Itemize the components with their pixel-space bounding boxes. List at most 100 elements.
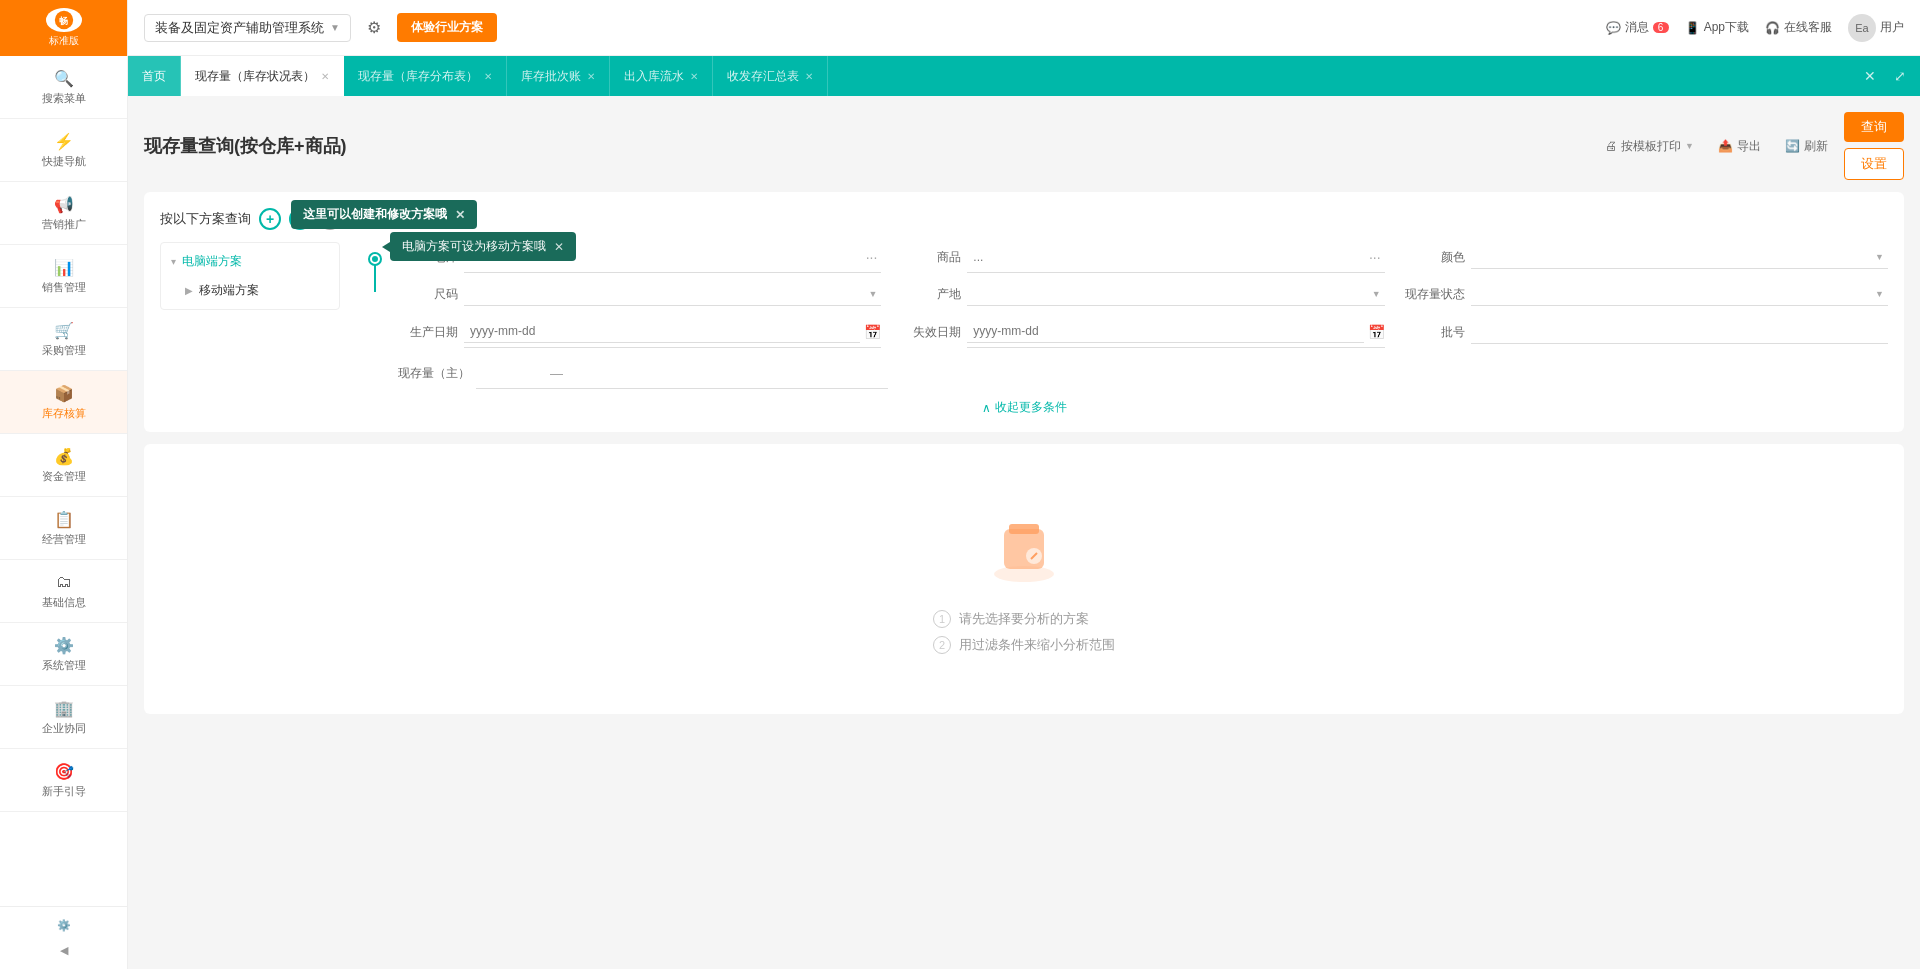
sidebar-item-guide[interactable]: 🎯 新手引导 — [0, 749, 127, 812]
connector-line — [374, 264, 376, 292]
tabs-close-all-icon[interactable]: ✕ — [1858, 66, 1882, 86]
sidebar-item-inventory[interactable]: 📦 库存核算 — [0, 371, 127, 434]
print-arrow-icon: ▼ — [1685, 141, 1694, 151]
produce-date-calendar-icon[interactable]: 📅 — [864, 324, 881, 340]
user-item[interactable]: Ea 用户 — [1848, 14, 1904, 42]
stock-main-from-input[interactable] — [476, 362, 546, 384]
sidebar-item-label: 搜索菜单 — [42, 91, 86, 106]
tab-inout-flow[interactable]: 出入库流水 ✕ — [610, 56, 713, 96]
tab-home[interactable]: 首页 — [128, 56, 181, 96]
template-print-button[interactable]: 🖨 按模板打印 ▼ — [1597, 134, 1702, 159]
query-button[interactable]: 查询 — [1844, 112, 1904, 142]
filter-color-field: 颜色 — [1405, 242, 1888, 273]
tabs-expand-icon[interactable]: ⤢ — [1888, 66, 1912, 86]
stock-status-select[interactable] — [1471, 283, 1888, 305]
sidebar-item-system[interactable]: ⚙️ 系统管理 — [0, 623, 127, 686]
refresh-button[interactable]: 🔄 刷新 — [1777, 134, 1836, 159]
step1-num: 1 — [933, 610, 951, 628]
message-item[interactable]: 💬 消息 6 — [1606, 19, 1669, 36]
filter-row-1: 仓库 ··· 商品 ··· — [398, 242, 1888, 273]
tabs-bar: 首页 现存量（库存状况表） ✕ 现存量（库存分布表） ✕ 库存批次账 ✕ 出入库… — [128, 56, 1920, 96]
filter-goods-field: 商品 ··· — [901, 242, 1384, 273]
tab-close-icon[interactable]: ✕ — [484, 71, 492, 82]
collapse-button[interactable]: ∧ 收起更多条件 — [982, 399, 1067, 416]
marketing-icon: 📢 — [54, 194, 74, 214]
expire-date-calendar-icon[interactable]: 📅 — [1368, 324, 1385, 340]
tab-inventory-status[interactable]: 现存量（库存状况表） ✕ — [181, 56, 344, 96]
warehouse-dots-icon[interactable]: ··· — [862, 249, 882, 265]
goods-input[interactable] — [967, 246, 1361, 268]
logo-icon: 畅 — [46, 8, 82, 32]
filter-produce-date-field: 生产日期 📅 — [398, 316, 881, 348]
tab-batch-account[interactable]: 库存批次账 ✕ — [507, 56, 610, 96]
trial-button[interactable]: 体验行业方案 — [397, 13, 497, 42]
sidebar-item-nav[interactable]: ⚡ 快捷导航 — [0, 119, 127, 182]
size-label: 尺码 — [398, 286, 458, 303]
purchase-icon: 🛒 — [54, 320, 74, 340]
sidebar-settings[interactable]: ⚙️ — [57, 919, 71, 932]
collapse-label: 收起更多条件 — [995, 399, 1067, 416]
origin-select[interactable] — [967, 283, 1384, 305]
avatar: Ea — [1848, 14, 1876, 42]
sidebar-item-marketing[interactable]: 📢 营销推广 — [0, 182, 127, 245]
empty-icon — [979, 504, 1069, 594]
tooltip-create-text: 这里可以创建和修改方案哦 — [303, 206, 447, 223]
setup-button[interactable]: 设置 — [1844, 148, 1904, 180]
svg-rect-3 — [1004, 529, 1044, 569]
sidebar-item-operations[interactable]: 📋 经营管理 — [0, 497, 127, 560]
tab-close-icon[interactable]: ✕ — [690, 71, 698, 82]
export-button[interactable]: 📤 导出 — [1710, 134, 1769, 159]
tooltip-scheme-close[interactable]: ✕ — [554, 240, 564, 254]
online-support-item[interactable]: 🎧 在线客服 — [1765, 19, 1832, 36]
sidebar-item-label: 新手引导 — [42, 784, 86, 799]
sidebar-item-purchase[interactable]: 🛒 采购管理 — [0, 308, 127, 371]
tab-close-icon[interactable]: ✕ — [805, 71, 813, 82]
goods-label: 商品 — [901, 249, 961, 266]
app-selector-arrow-icon: ▼ — [330, 22, 340, 33]
app-download-item[interactable]: 📱 App下载 — [1685, 19, 1749, 36]
settings-gear-icon: ⚙️ — [57, 919, 71, 932]
sidebar-item-basic-info[interactable]: 🗂 基础信息 — [0, 560, 127, 623]
produce-date-input[interactable] — [464, 320, 860, 343]
settings-icon[interactable]: ⚙ — [363, 14, 385, 41]
goods-dots-icon[interactable]: ··· — [1365, 249, 1385, 265]
sidebar-item-label: 采购管理 — [42, 343, 86, 358]
scheme-mobile-expand-icon: ▶ — [185, 285, 193, 296]
expire-date-input[interactable] — [967, 320, 1363, 343]
color-select[interactable] — [1471, 246, 1888, 268]
svg-rect-4 — [1009, 524, 1039, 534]
scheme-item-mobile[interactable]: ▶ 移动端方案 — [161, 276, 339, 305]
tooltip-left-arrow-icon — [382, 242, 390, 252]
batch-input[interactable] — [1471, 321, 1888, 344]
sidebar-item-search[interactable]: 🔍 搜索菜单 — [0, 56, 127, 119]
stock-main-to-input[interactable] — [567, 362, 637, 384]
collapse-arrow-icon: ◀ — [60, 944, 68, 957]
sidebar-item-finance[interactable]: 💰 资金管理 — [0, 434, 127, 497]
empty-step-2: 2 用过滤条件来缩小分析范围 — [933, 636, 1115, 654]
step2-num: 2 — [933, 636, 951, 654]
sidebar-item-enterprise[interactable]: 🏢 企业协同 — [0, 686, 127, 749]
tab-inventory-dist[interactable]: 现存量（库存分布表） ✕ — [344, 56, 507, 96]
sidebar-item-label: 系统管理 — [42, 658, 86, 673]
scheme-mobile-label: 移动端方案 — [199, 282, 259, 299]
app-selector[interactable]: 装备及固定资产辅助管理系统 ▼ — [144, 14, 351, 42]
tab-home-label: 首页 — [142, 68, 166, 85]
sidebar-collapse[interactable]: ◀ — [60, 944, 68, 957]
tab-close-icon[interactable]: ✕ — [587, 71, 595, 82]
scheme-panel: ▾ 电脑端方案 ▶ 移动端方案 — [160, 242, 360, 310]
batch-label: 批号 — [1405, 324, 1465, 341]
tooltip-create-close[interactable]: ✕ — [455, 208, 465, 222]
finance-icon: 💰 — [54, 446, 74, 466]
system-icon: ⚙️ — [54, 635, 74, 655]
sidebar-item-label: 企业协同 — [42, 721, 86, 736]
sidebar-item-label: 经营管理 — [42, 532, 86, 547]
tab-close-icon[interactable]: ✕ — [321, 71, 329, 82]
logo-text: 标准版 — [49, 34, 79, 48]
sidebar-item-sales[interactable]: 📊 销售管理 — [0, 245, 127, 308]
filter-add-button[interactable]: + 这里可以创建和修改方案哦 ✕ — [259, 208, 281, 230]
filter-batch-field: 批号 — [1405, 316, 1888, 348]
size-select[interactable] — [464, 283, 881, 305]
scheme-item-desktop[interactable]: ▾ 电脑端方案 — [161, 247, 339, 276]
stock-status-select-wrapper — [1471, 283, 1888, 306]
tab-recv-summary[interactable]: 收发存汇总表 ✕ — [713, 56, 828, 96]
